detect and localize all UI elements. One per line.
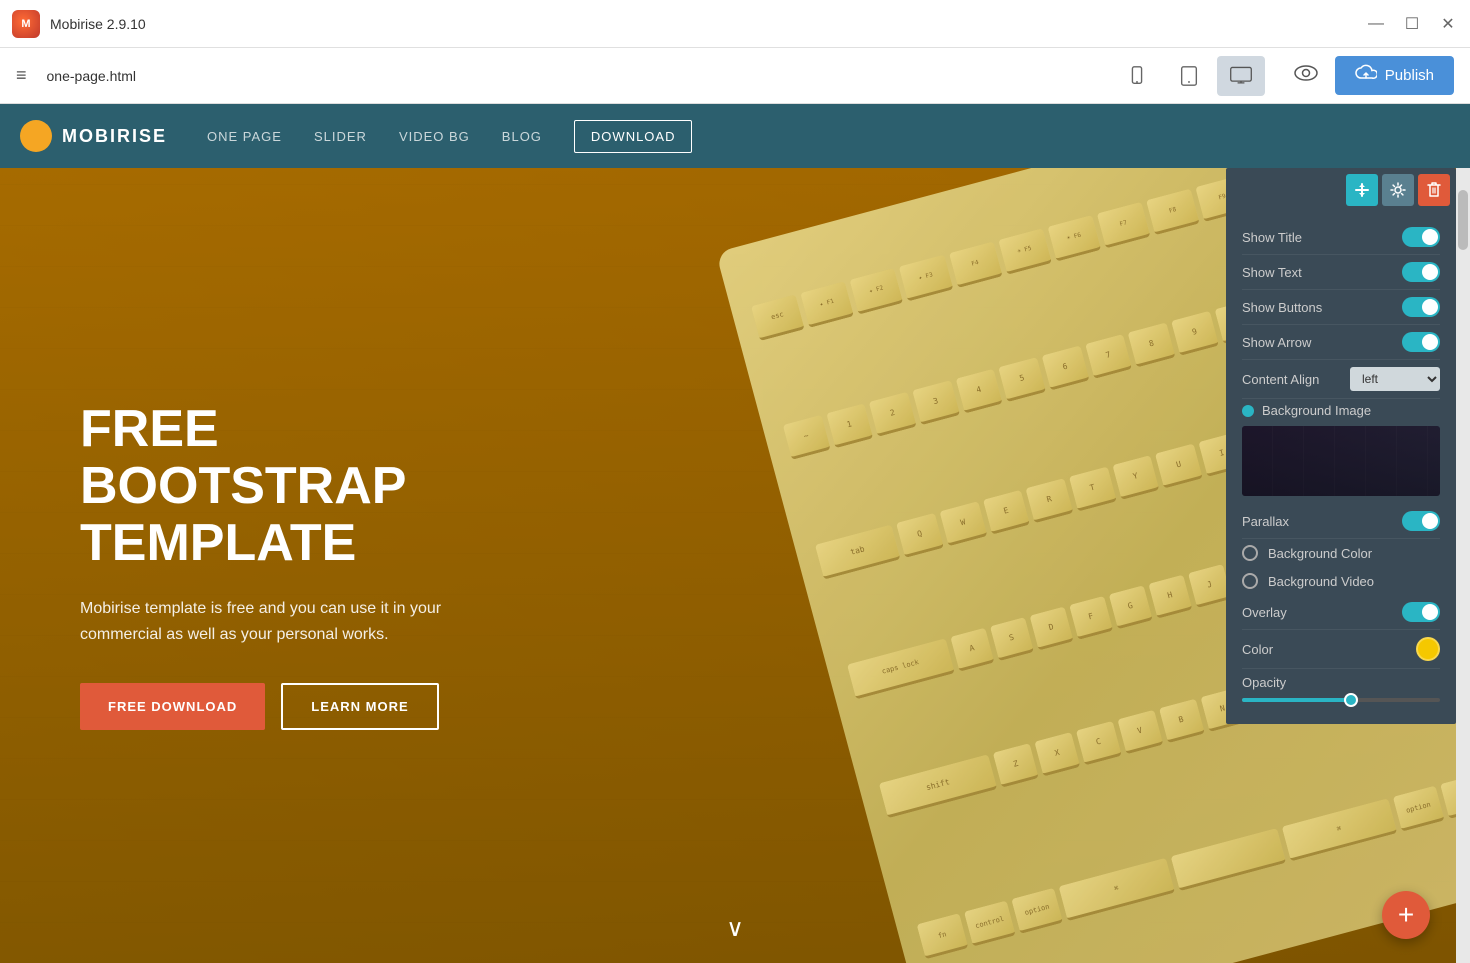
show-text-toggle[interactable] [1402, 262, 1440, 282]
minimize-button[interactable]: — [1366, 14, 1386, 34]
delete-section-button[interactable] [1418, 174, 1450, 206]
toolbar-right: Publish [1293, 56, 1454, 95]
tablet-view-button[interactable] [1165, 56, 1213, 96]
logo-circle [20, 120, 52, 152]
app-navigation: MOBIRISE ONE PAGE SLIDER VIDEO BG BLOG D… [0, 104, 1470, 168]
brand-logo: MOBIRISE [20, 120, 167, 152]
publish-label: Publish [1385, 67, 1434, 84]
show-title-toggle[interactable] [1402, 227, 1440, 247]
background-color-label: Background Color [1268, 546, 1372, 561]
nav-download[interactable]: DOWNLOAD [574, 120, 693, 153]
overlay-label: Overlay [1242, 605, 1287, 620]
content-align-row: Content Align left center right [1242, 360, 1440, 399]
show-arrow-toggle[interactable] [1402, 332, 1440, 352]
learn-more-button[interactable]: LEARN MORE [281, 683, 438, 730]
settings-toolbar [1226, 168, 1456, 210]
scrollbar-thumb[interactable] [1458, 190, 1468, 250]
hero-subtitle: Mobirise template is free and you can us… [80, 596, 520, 647]
parallax-label: Parallax [1242, 514, 1289, 529]
settings-content: Show Title Show Text Show Buttons Show A… [1226, 210, 1456, 724]
toolbar: ≡ one-page.html Publish [0, 48, 1470, 104]
content-align-label: Content Align [1242, 372, 1319, 387]
background-image-section: Background Image [1242, 399, 1440, 504]
show-buttons-row: Show Buttons [1242, 290, 1440, 325]
content-align-select[interactable]: left center right [1350, 367, 1440, 391]
move-section-button[interactable] [1346, 174, 1378, 206]
window-controls: — ☐ ✕ [1366, 14, 1458, 34]
scroll-down-arrow[interactable]: ∨ [726, 914, 744, 943]
show-text-row: Show Text [1242, 255, 1440, 290]
cloud-upload-icon [1355, 64, 1377, 87]
opacity-slider[interactable] [1242, 698, 1440, 702]
close-button[interactable]: ✕ [1438, 14, 1458, 34]
hero-content: FREE BOOTSTRAP TEMPLATE Mobirise templat… [0, 341, 600, 791]
color-label: Color [1242, 642, 1273, 657]
publish-button[interactable]: Publish [1335, 56, 1454, 95]
background-video-row: Background Video [1242, 567, 1440, 595]
opacity-label: Opacity [1242, 675, 1440, 690]
free-download-button[interactable]: FREE DOWNLOAD [80, 683, 265, 730]
mobile-view-button[interactable] [1113, 56, 1161, 96]
parallax-toggle[interactable] [1402, 511, 1440, 531]
parallax-row: Parallax [1242, 504, 1440, 539]
show-title-label: Show Title [1242, 230, 1302, 245]
background-image-indicator [1242, 405, 1254, 417]
preview-button[interactable] [1293, 63, 1319, 89]
device-switcher [1113, 56, 1265, 96]
nav-links: ONE PAGE SLIDER VIDEO BG BLOG DOWNLOAD [207, 120, 1450, 153]
section-settings-button[interactable] [1382, 174, 1414, 206]
main-content-area: esc ✦ F1 ✦ F2 ✦ F3 F4 ☀ F5 ☀ F6 F7 F8 F9… [0, 168, 1470, 963]
background-image-label: Background Image [1262, 403, 1371, 418]
desktop-view-button[interactable] [1217, 56, 1265, 96]
maximize-button[interactable]: ☐ [1402, 14, 1422, 34]
show-arrow-label: Show Arrow [1242, 335, 1311, 350]
nav-video-bg[interactable]: VIDEO BG [399, 129, 470, 144]
slider-thumb[interactable] [1344, 693, 1358, 707]
app-title: Mobirise 2.9.10 [50, 16, 146, 32]
vertical-scrollbar[interactable] [1456, 168, 1470, 963]
background-image-row: Background Image [1242, 403, 1440, 418]
overlay-toggle[interactable] [1402, 602, 1440, 622]
add-section-button[interactable]: + [1382, 891, 1430, 939]
show-title-row: Show Title [1242, 220, 1440, 255]
hero-buttons: FREE DOWNLOAD LEARN MORE [80, 683, 520, 730]
background-color-radio[interactable] [1242, 545, 1258, 561]
show-buttons-label: Show Buttons [1242, 300, 1322, 315]
opacity-row: Opacity [1242, 669, 1440, 708]
logo-letter: M [21, 18, 30, 30]
hero-title: FREE BOOTSTRAP TEMPLATE [80, 401, 520, 573]
nav-blog[interactable]: BLOG [502, 129, 542, 144]
show-arrow-row: Show Arrow [1242, 325, 1440, 360]
preview-thumbnail [1242, 426, 1440, 496]
overlay-row: Overlay [1242, 595, 1440, 630]
show-buttons-toggle[interactable] [1402, 297, 1440, 317]
settings-panel: Show Title Show Text Show Buttons Show A… [1226, 168, 1456, 724]
background-color-row: Background Color [1242, 539, 1440, 567]
slider-fill [1242, 698, 1351, 702]
background-image-preview[interactable] [1242, 426, 1440, 496]
app-logo: M [12, 10, 40, 38]
logo-text: MOBIRISE [62, 126, 167, 147]
nav-slider[interactable]: SLIDER [314, 129, 367, 144]
background-video-label: Background Video [1268, 574, 1374, 589]
nav-one-page[interactable]: ONE PAGE [207, 129, 282, 144]
filename-label: one-page.html [47, 68, 137, 84]
color-swatch[interactable] [1416, 637, 1440, 661]
background-video-radio[interactable] [1242, 573, 1258, 589]
color-row: Color [1242, 630, 1440, 669]
show-text-label: Show Text [1242, 265, 1302, 280]
title-bar: M Mobirise 2.9.10 — ☐ ✕ [0, 0, 1470, 48]
menu-icon[interactable]: ≡ [16, 65, 27, 86]
